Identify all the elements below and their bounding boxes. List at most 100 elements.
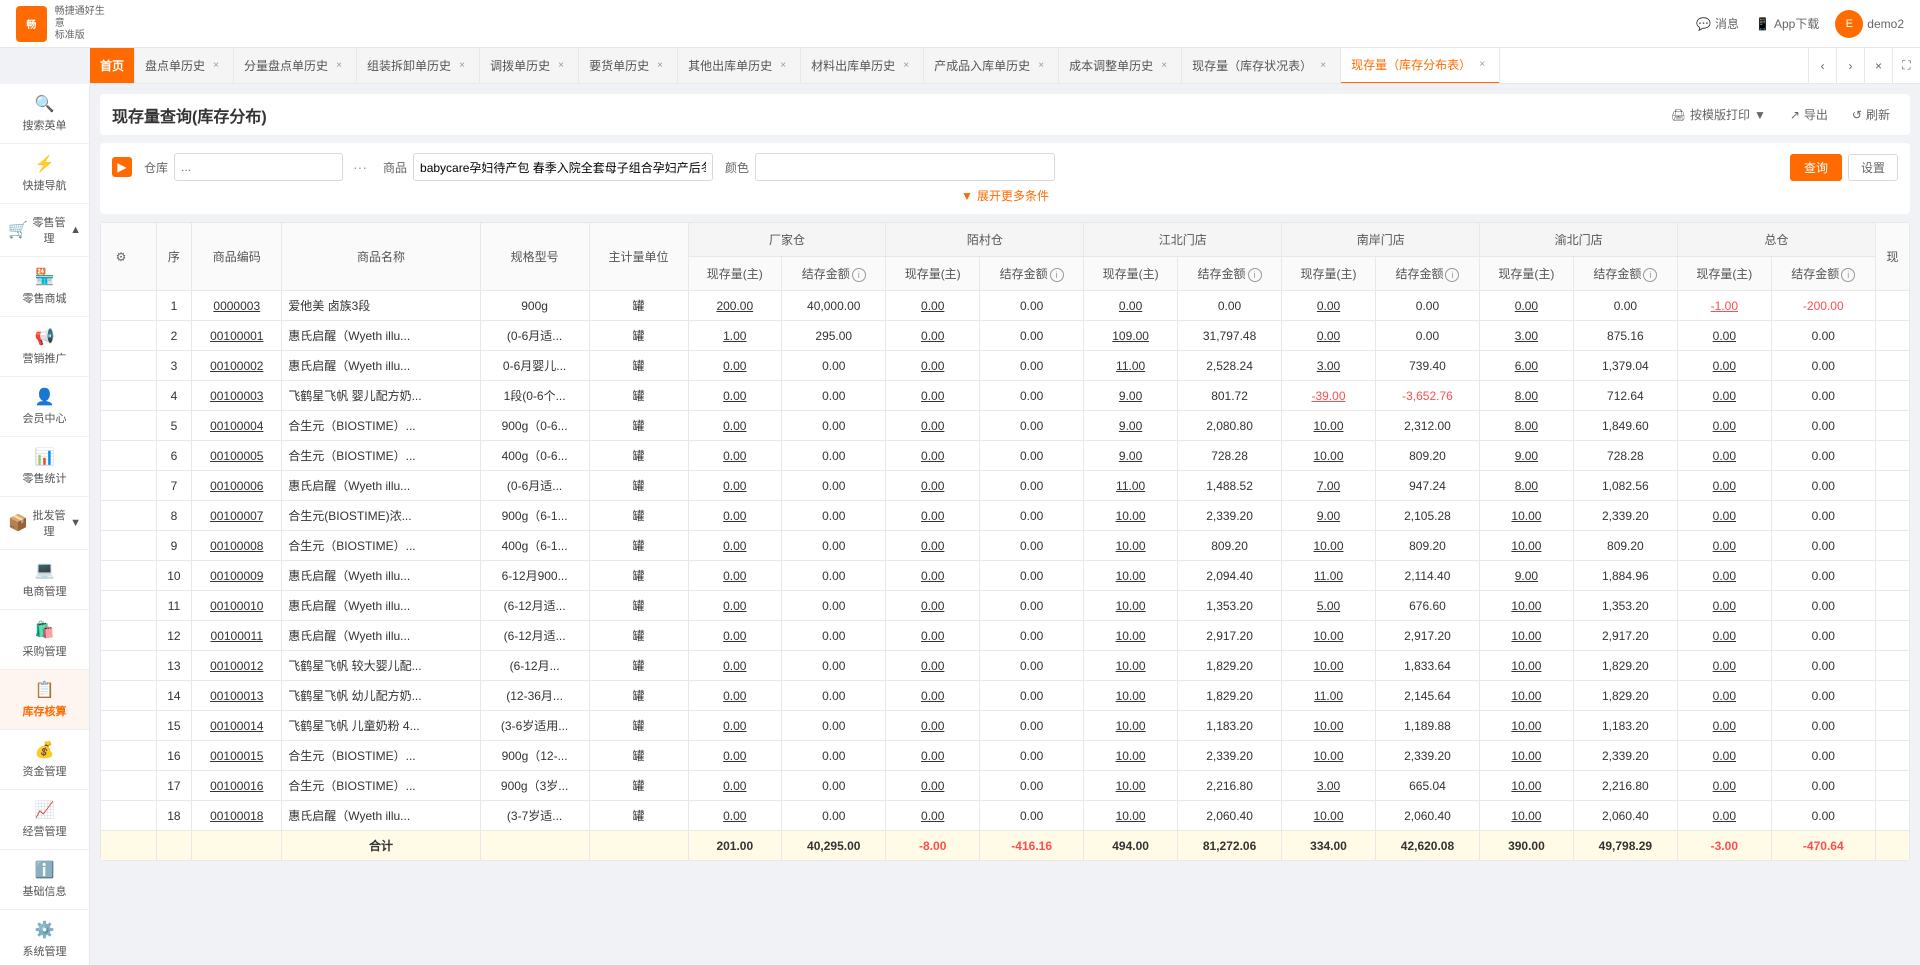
tab-close-chengpin[interactable]: × [1034,59,1048,73]
warehouse-more-btn[interactable]: ··· [349,159,371,175]
color-input[interactable] [755,153,1055,181]
table-cell: 2,528.24 [1177,351,1281,381]
tab-chengben[interactable]: 成本调整单历史 × [1059,48,1182,84]
tab-yaohuo[interactable]: 要货单历史 × [579,48,678,84]
col-settings-header[interactable]: ⚙ [101,223,157,291]
table-cell: 2,105.28 [1375,501,1479,531]
table-cell[interactable]: 00100015 [192,741,282,771]
print-btn[interactable]: 🖨 按模版打印 ▼ [1663,102,1774,127]
sidebar-item-purchase[interactable]: 🛍️ 采购管理 [0,610,89,670]
table-cell: 900g（0-6... [480,411,589,441]
sidebar-item-ecommerce[interactable]: 💻 电商管理 [0,550,89,610]
factory-amt-info[interactable]: i [852,268,866,282]
tab-home[interactable]: 首页 [90,48,135,84]
warehouse-label: 仓库 [144,159,168,176]
settings-btn[interactable]: 设置 [1848,154,1898,181]
tab-zuzhuang[interactable]: 组装拆卸单历史 × [357,48,480,84]
sidebar-item-wholesale[interactable]: 📦 批发管理 ▼ [0,497,89,550]
sidebar-item-inventory[interactable]: 📋 库存核算 [0,670,89,730]
sidebar-item-base-info[interactable]: ℹ️ 基础信息 [0,850,89,910]
table-cell[interactable]: 00100013 [192,681,282,711]
table-cell[interactable]: 00100003 [192,381,282,411]
sidebar-item-nav[interactable]: ⚡ 快捷导航 [0,144,89,204]
logo-icon: 畅 [16,6,47,42]
sidebar-item-retail-stats[interactable]: 📊 零售统计 [0,437,89,497]
user-avatar[interactable]: E demo2 [1835,10,1904,38]
table-cell[interactable]: 00100001 [192,321,282,351]
tab-diaobo[interactable]: 调拨单历史 × [480,48,579,84]
goods-input[interactable] [413,153,713,181]
tab-prev-btn[interactable]: ‹ [1808,48,1836,84]
table-cell[interactable]: 00100011 [192,621,282,651]
sidebar-item-finance[interactable]: 💰 资金管理 [0,730,89,790]
sidebar-item-retail-mall[interactable]: 🏪 零售商城 [0,257,89,317]
tab-close-qita[interactable]: × [776,59,790,73]
sidebar-item-marketing[interactable]: 📢 营销推广 [0,317,89,377]
table-cell[interactable]: 00100008 [192,531,282,561]
tab-close-cailiao[interactable]: × [899,59,913,73]
tab-close-pandian[interactable]: × [209,59,223,73]
table-cell[interactable]: 00100012 [192,651,282,681]
table-cell: 809.20 [1177,531,1281,561]
tab-close-kucun-status[interactable]: × [1316,59,1330,73]
table-cell: 11.00 [1084,471,1178,501]
table-cell: 罐 [589,411,688,441]
table-cell: 5.00 [1282,591,1376,621]
tab-kucun-dist[interactable]: 现存量（库存分布表） × [1341,48,1500,84]
sidebar-item-retail-mgmt[interactable]: 🛒 零售管理 ▲ [0,204,89,257]
tab-close-chengben[interactable]: × [1157,59,1171,73]
table-cell: 0.00 [979,741,1083,771]
query-btn[interactable]: 查询 [1790,154,1842,181]
tab-cailiao[interactable]: 材料出库单历史 × [801,48,924,84]
table-cell[interactable]: 00100010 [192,591,282,621]
table-cell: 10.00 [1480,651,1574,681]
message-btn[interactable]: 💬 消息 [1696,15,1739,32]
tab-chengpin[interactable]: 产成品入库单历史 × [924,48,1059,84]
sidebar-item-business[interactable]: 📈 经营管理 [0,790,89,850]
table-cell: 0.00 [1282,291,1376,321]
total-amt-info[interactable]: i [1841,268,1855,282]
table-row: 200100001惠氏启醒（Wyeth illu...(0-6月适...罐1.0… [101,321,1910,351]
tab-close-fenliang[interactable]: × [332,59,346,73]
table-cell[interactable]: 00100016 [192,771,282,801]
table-cell[interactable]: 00100009 [192,561,282,591]
table-cell[interactable]: 00100002 [192,351,282,381]
warehouse-input[interactable] [174,153,343,181]
tab-close-diaobo[interactable]: × [554,59,568,73]
mucun-amt-info[interactable]: i [1050,268,1064,282]
table-cell[interactable]: 00100006 [192,471,282,501]
tab-qita[interactable]: 其他出库单历史 × [678,48,801,84]
export-btn[interactable]: ↗ 导出 [1782,102,1836,127]
tab-maximize-btn[interactable]: ⛶ [1892,48,1920,84]
table-cell[interactable]: 00100007 [192,501,282,531]
sidebar-item-system[interactable]: ⚙️ 系统管理 [0,910,89,965]
table-cell[interactable]: 00100004 [192,411,282,441]
yubei-amt-info[interactable]: i [1643,268,1657,282]
table-cell: 0.00 [886,621,980,651]
expand-conditions-btn[interactable]: ▼ 展开更多条件 [112,187,1898,204]
table-cell[interactable]: 00100005 [192,441,282,471]
tab-close-kucun-dist[interactable]: × [1475,58,1489,72]
tab-close-all-btn[interactable]: × [1864,48,1892,84]
tab-pandian[interactable]: 盘点单历史 × [135,48,234,84]
tab-fenliang[interactable]: 分量盘点单历史 × [234,48,357,84]
jiangbei-amt-info[interactable]: i [1248,268,1262,282]
col-total-qty: 现存量(主) [1678,257,1772,291]
tab-next-btn[interactable]: › [1836,48,1864,84]
table-cell: 2,312.00 [1375,411,1479,441]
tab-close-zuzhuang[interactable]: × [455,59,469,73]
tab-close-yaohuo[interactable]: × [653,59,667,73]
table-cell: 2,339.20 [1177,741,1281,771]
app-download-btn[interactable]: 📱 App下载 [1755,15,1819,32]
settings-icon[interactable]: ⚙ [107,243,135,271]
collapse-btn[interactable]: ▶ [112,157,132,177]
sidebar-item-search[interactable]: 🔍 搜索英单 [0,84,89,144]
refresh-btn[interactable]: ↺ 刷新 [1844,102,1898,127]
table-cell[interactable]: 00100014 [192,711,282,741]
tab-kucun-status[interactable]: 现存量（库存状况表） × [1182,48,1341,84]
table-cell[interactable]: 0000003 [192,291,282,321]
summary-cell [156,831,192,861]
sidebar-item-member[interactable]: 👤 会员中心 [0,377,89,437]
nanan-amt-info[interactable]: i [1445,268,1459,282]
table-cell[interactable]: 00100018 [192,801,282,831]
